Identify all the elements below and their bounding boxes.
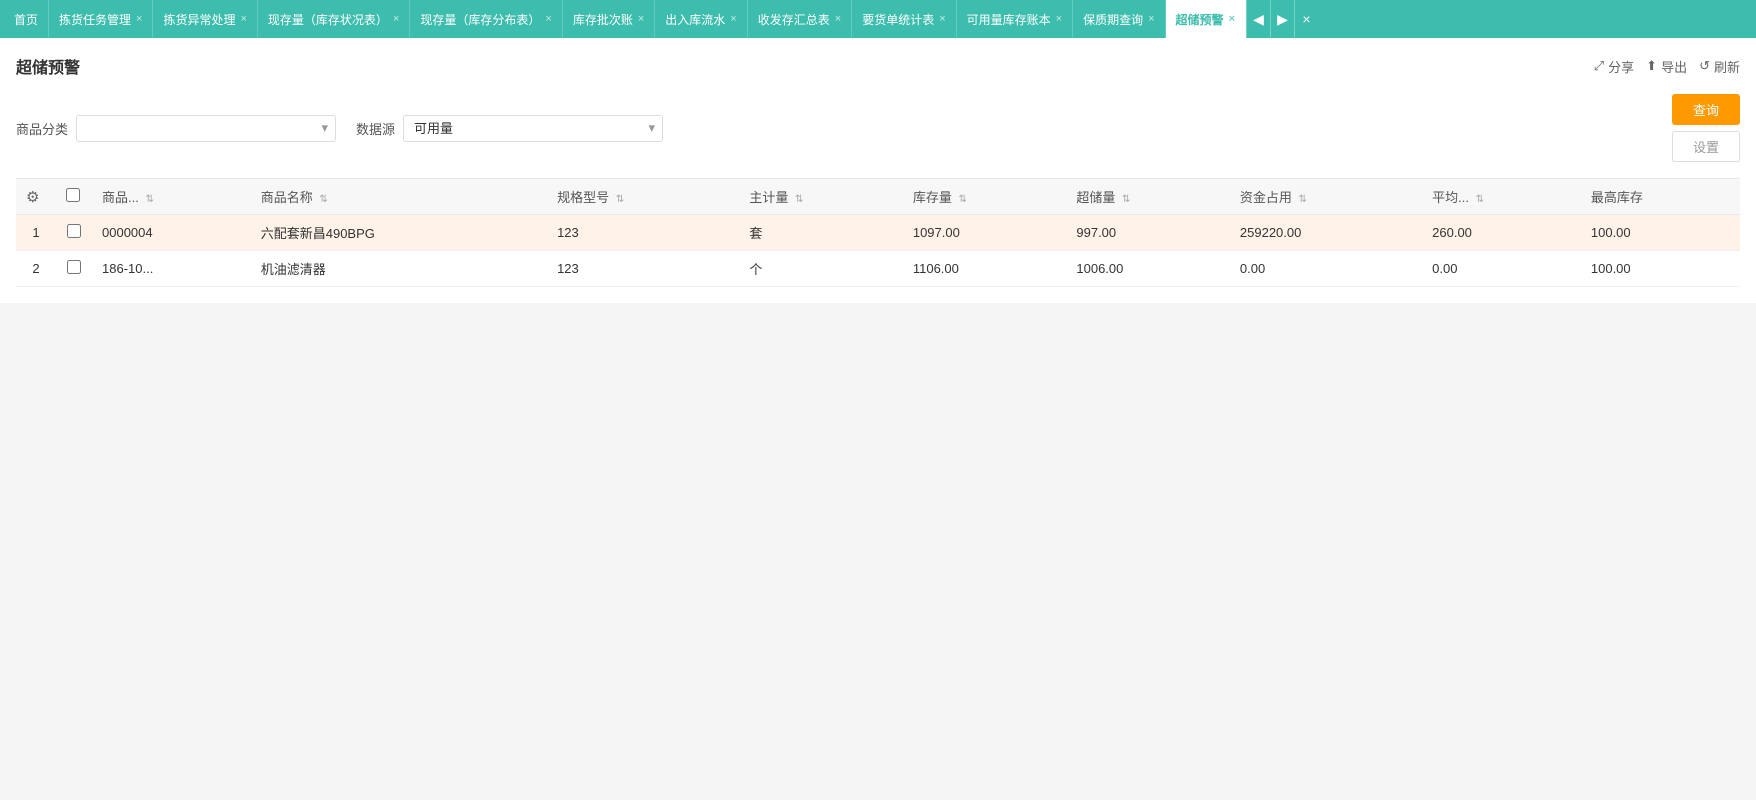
- cell-capital: 0.00: [1230, 251, 1422, 287]
- sort-capital-icon: ⇅: [1299, 194, 1307, 205]
- th-max-stock[interactable]: 最高库存: [1581, 179, 1740, 215]
- th-gear: ⚙: [16, 179, 56, 215]
- sort-spec-icon: ⇅: [616, 194, 624, 205]
- row-check-cell: [56, 215, 92, 251]
- tab-close-exception[interactable]: ×: [240, 13, 246, 25]
- sort-product-name-icon: ⇅: [319, 194, 327, 205]
- category-select[interactable]: [76, 115, 336, 142]
- th-overstock[interactable]: 超储量 ⇅: [1066, 179, 1230, 215]
- th-avg[interactable]: 平均... ⇅: [1422, 179, 1581, 215]
- filter-row: 商品分类 数据源 可用量 库存量 查询 设置: [16, 94, 1740, 162]
- page-content: 超储预警 ⤢ 分享 ⬆ 导出 ↺ 刷新 商品分类: [0, 38, 1756, 303]
- cell-max-stock: 100.00: [1581, 251, 1740, 287]
- tab-flow[interactable]: 出入库流水 ×: [655, 0, 747, 38]
- select-all-checkbox[interactable]: [66, 188, 80, 202]
- row-check-cell: [56, 251, 92, 287]
- refresh-icon: ↺: [1699, 58, 1710, 74]
- tab-close-inventory-dist[interactable]: ×: [545, 13, 551, 25]
- tab-inventory-dist[interactable]: 现存量（库存分布表） ×: [410, 0, 562, 38]
- export-action[interactable]: ⬆ 导出: [1646, 57, 1687, 76]
- th-stock[interactable]: 库存量 ⇅: [903, 179, 1067, 215]
- sort-product-code-icon: ⇅: [145, 194, 153, 205]
- tab-home[interactable]: 首页: [4, 0, 49, 38]
- tab-close-inventory-status[interactable]: ×: [393, 13, 399, 25]
- refresh-action[interactable]: ↺ 刷新: [1699, 57, 1740, 76]
- cell-max-stock: 100.00: [1581, 215, 1740, 251]
- tab-exception[interactable]: 拣货异常处理 ×: [153, 0, 257, 38]
- th-spec[interactable]: 规格型号 ⇅: [547, 179, 739, 215]
- tab-task-mgmt[interactable]: 拣货任务管理 ×: [49, 0, 153, 38]
- tab-batch[interactable]: 库存批次账 ×: [563, 0, 655, 38]
- export-icon: ⬆: [1646, 58, 1657, 74]
- table-row: 1 0000004 六配套新昌490BPG 123 套 1097.00 997.…: [16, 215, 1740, 251]
- gear-settings-icon[interactable]: ⚙: [26, 189, 39, 206]
- cell-product-code: 186-10...: [92, 251, 251, 287]
- nav-next-button[interactable]: ▶: [1270, 0, 1294, 38]
- tab-close-available-stock[interactable]: ×: [1056, 13, 1062, 25]
- tab-close-batch[interactable]: ×: [638, 13, 644, 25]
- cell-spec: 123: [547, 251, 739, 287]
- cell-avg: 260.00: [1422, 215, 1581, 251]
- cell-capital: 259220.00: [1230, 215, 1422, 251]
- tab-requisition[interactable]: 要货单统计表 ×: [852, 0, 956, 38]
- cell-product-code: 0000004: [92, 215, 251, 251]
- th-check: [56, 179, 92, 215]
- cell-avg: 0.00: [1422, 251, 1581, 287]
- row-num: 1: [16, 215, 56, 251]
- tab-summary[interactable]: 收发存汇总表 ×: [748, 0, 852, 38]
- page-header: 超储预警 ⤢ 分享 ⬆ 导出 ↺ 刷新: [16, 54, 1740, 78]
- tab-close-overstock[interactable]: ×: [1229, 13, 1235, 25]
- tab-overstock[interactable]: 超储预警 ×: [1166, 0, 1246, 38]
- nav-more-button[interactable]: ×: [1294, 0, 1318, 38]
- share-icon: ⤢: [1594, 58, 1604, 74]
- settings-button[interactable]: 设置: [1672, 131, 1740, 162]
- tab-close-requisition[interactable]: ×: [939, 13, 945, 25]
- datasource-label: 数据源: [356, 119, 395, 138]
- table-row: 2 186-10... 机油滤清器 123 个 1106.00 1006.00 …: [16, 251, 1740, 287]
- sort-stock-icon: ⇅: [958, 194, 966, 205]
- tab-close-expiry[interactable]: ×: [1148, 13, 1154, 25]
- cell-stock: 1097.00: [903, 215, 1067, 251]
- cell-unit: 套: [739, 215, 903, 251]
- cell-stock: 1106.00: [903, 251, 1067, 287]
- table-header-row: ⚙ 商品... ⇅ 商品名称 ⇅ 规格型号 ⇅ 主计量: [16, 179, 1740, 215]
- tab-close-task-mgmt[interactable]: ×: [136, 13, 142, 25]
- row-num: 2: [16, 251, 56, 287]
- query-button[interactable]: 查询: [1672, 94, 1740, 125]
- cell-unit: 个: [739, 251, 903, 287]
- filter-group-category: 商品分类: [16, 115, 336, 142]
- category-select-wrapper: [76, 115, 336, 142]
- row-checkbox[interactable]: [67, 224, 81, 238]
- tab-close-summary[interactable]: ×: [835, 13, 841, 25]
- sort-avg-icon: ⇅: [1476, 194, 1484, 205]
- action-buttons: 查询 设置: [1672, 94, 1740, 162]
- data-table: ⚙ 商品... ⇅ 商品名称 ⇅ 规格型号 ⇅ 主计量: [16, 178, 1740, 287]
- cell-overstock: 997.00: [1066, 215, 1230, 251]
- cell-product-name: 机油滤清器: [251, 251, 547, 287]
- filter-group-datasource: 数据源 可用量 库存量: [356, 115, 663, 142]
- datasource-select-wrapper: 可用量 库存量: [403, 115, 663, 142]
- share-action[interactable]: ⤢ 分享: [1594, 57, 1634, 76]
- topbar: 首页 拣货任务管理 × 拣货异常处理 × 现存量（库存状况表） × 现存量（库存…: [0, 0, 1756, 38]
- nav-prev-button[interactable]: ◀: [1246, 0, 1270, 38]
- datasource-select[interactable]: 可用量 库存量: [403, 115, 663, 142]
- th-unit[interactable]: 主计量 ⇅: [739, 179, 903, 215]
- sort-overstock-icon: ⇅: [1122, 194, 1130, 205]
- tab-close-flow[interactable]: ×: [730, 13, 736, 25]
- row-checkbox[interactable]: [67, 260, 81, 274]
- th-product-name[interactable]: 商品名称 ⇅: [251, 179, 547, 215]
- cell-product-name: 六配套新昌490BPG: [251, 215, 547, 251]
- cell-spec: 123: [547, 215, 739, 251]
- page-title: 超储预警: [16, 54, 80, 78]
- cell-overstock: 1006.00: [1066, 251, 1230, 287]
- tab-expiry[interactable]: 保质期查询 ×: [1073, 0, 1165, 38]
- header-actions: ⤢ 分享 ⬆ 导出 ↺ 刷新: [1594, 57, 1740, 76]
- category-label: 商品分类: [16, 119, 68, 138]
- sort-unit-icon: ⇅: [795, 194, 803, 205]
- th-capital[interactable]: 资金占用 ⇅: [1230, 179, 1422, 215]
- tab-available-stock[interactable]: 可用量库存账本 ×: [957, 0, 1073, 38]
- th-product-code[interactable]: 商品... ⇅: [92, 179, 251, 215]
- tab-inventory-status[interactable]: 现存量（库存状况表） ×: [258, 0, 410, 38]
